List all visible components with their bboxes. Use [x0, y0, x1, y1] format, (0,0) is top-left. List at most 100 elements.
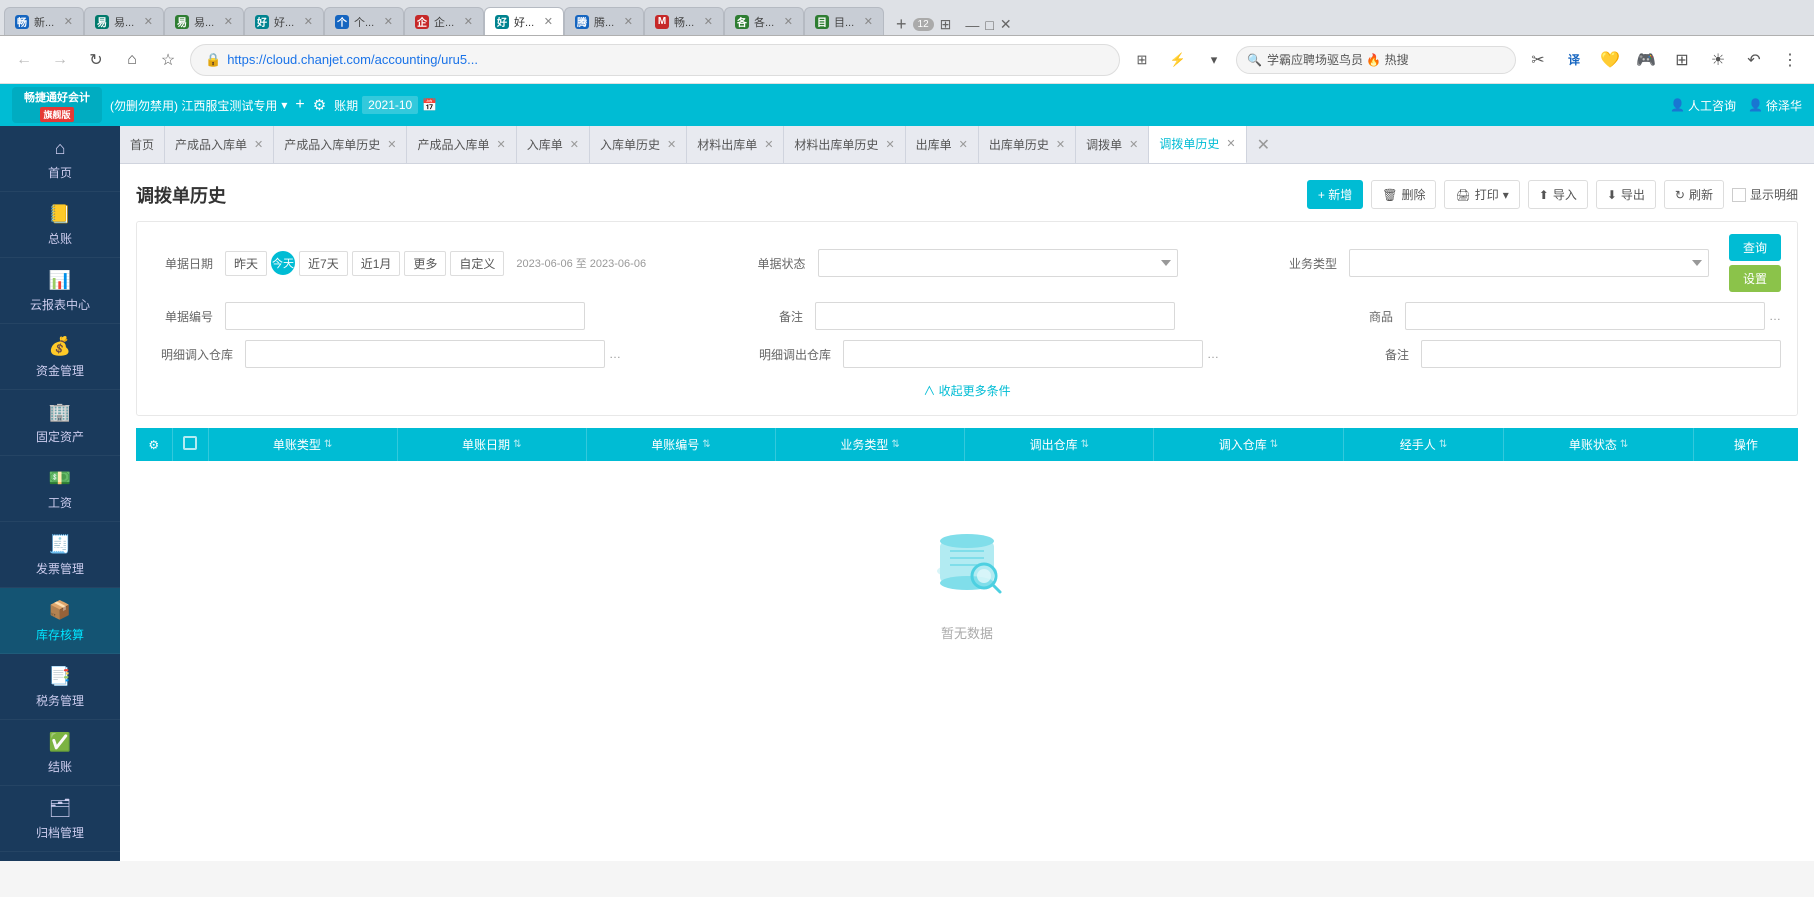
sidebar-item-ledger[interactable]: 📒 总账	[0, 192, 120, 258]
scissors-button[interactable]: ✂	[1524, 46, 1552, 74]
browser-tab-4[interactable]: 个 个... ✕	[324, 7, 404, 35]
detail-out-input[interactable]	[843, 340, 1203, 368]
detail-out-ellipsis[interactable]: …	[1207, 347, 1219, 361]
th-checkbox[interactable]	[172, 428, 208, 461]
page-tab-6[interactable]: 材料出库单 ✕	[687, 126, 784, 164]
add-company-button[interactable]: +	[295, 96, 304, 114]
page-tab-3-close[interactable]: ✕	[497, 138, 506, 151]
browser-tab-2[interactable]: 易 易... ✕	[164, 7, 244, 35]
sidebar-item-home[interactable]: ⌂ 首页	[0, 126, 120, 192]
th-gear[interactable]: ⚙	[136, 428, 172, 461]
refresh-button[interactable]: ↻ 刷新	[1664, 180, 1724, 209]
page-tab-10[interactable]: 调拨单 ✕	[1076, 126, 1149, 164]
close-all-tabs-button[interactable]: ✕	[1251, 135, 1276, 155]
sidebar-item-finance[interactable]: 💰 资金管理	[0, 324, 120, 390]
business-type-select[interactable]	[1349, 249, 1709, 277]
page-tab-home[interactable]: 首页	[120, 126, 165, 164]
browser-tab-3[interactable]: 好 好... ✕	[244, 7, 324, 35]
wallet-button[interactable]: 💛	[1596, 46, 1624, 74]
date-btn-custom[interactable]: 自定义	[450, 251, 504, 276]
settings-button[interactable]: 设置	[1729, 265, 1781, 292]
th-handler[interactable]: 经手人 ⇅	[1343, 428, 1504, 461]
status-filter-select[interactable]	[818, 249, 1178, 277]
page-tab-11-close[interactable]: ✕	[1226, 137, 1235, 150]
page-tab-8[interactable]: 出库单 ✕	[906, 126, 979, 164]
page-tab-7-close[interactable]: ✕	[885, 138, 894, 151]
date-btn-1month[interactable]: 近1月	[352, 251, 401, 276]
sidebar-item-close[interactable]: ✅ 结账	[0, 720, 120, 786]
query-button[interactable]: 查询	[1729, 234, 1781, 261]
bookmark-button[interactable]: ☆	[154, 46, 182, 74]
browser-tab-6[interactable]: 好 好... ✕	[484, 7, 564, 35]
settings-gear-icon[interactable]: ⚙	[313, 96, 326, 114]
sidebar-item-assets[interactable]: 🏢 固定资产	[0, 390, 120, 456]
forward-button[interactable]: →	[46, 46, 74, 74]
close-window-button[interactable]: ✕	[1000, 16, 1012, 33]
page-tab-6-close[interactable]: ✕	[764, 138, 773, 151]
th-doc-no[interactable]: 单账编号 ⇅	[586, 428, 775, 461]
minimize-button[interactable]: —	[965, 17, 979, 33]
show-all-checkbox[interactable]	[1732, 188, 1746, 202]
page-tab-5-close[interactable]: ✕	[667, 138, 676, 151]
remark2-input[interactable]	[1421, 340, 1781, 368]
calendar-icon[interactable]: 📅	[422, 98, 437, 112]
page-tab-1[interactable]: 产成品入库单 ✕	[165, 126, 274, 164]
th-in-warehouse[interactable]: 调入仓库 ⇅	[1154, 428, 1343, 461]
user-avatar[interactable]: 👤 徐泽华	[1748, 97, 1802, 114]
date-btn-today[interactable]: 今天	[271, 251, 295, 275]
page-tab-2[interactable]: 产成品入库单历史 ✕	[274, 126, 407, 164]
theme-button[interactable]: ☀	[1704, 46, 1732, 74]
goods-input[interactable]	[1405, 302, 1765, 330]
browser-search-bar[interactable]: 🔍 学霸应聘场驱鸟员 🔥 热搜	[1236, 46, 1516, 74]
page-tab-1-close[interactable]: ✕	[254, 138, 263, 151]
browser-tab-5[interactable]: 企 企... ✕	[404, 7, 484, 35]
date-btn-yesterday[interactable]: 昨天	[225, 251, 267, 276]
detail-in-input[interactable]	[245, 340, 605, 368]
address-bar[interactable]: 🔒 https://cloud.chanjet.com/accounting/u…	[190, 44, 1120, 76]
detail-in-ellipsis[interactable]: …	[609, 347, 621, 361]
collapse-row[interactable]: ∧ 收起更多条件	[153, 378, 1781, 403]
maximize-button[interactable]: □	[985, 17, 993, 33]
th-business-type[interactable]: 业务类型 ⇅	[776, 428, 965, 461]
th-doc-status[interactable]: 单账状态 ⇅	[1504, 428, 1693, 461]
page-tab-4-close[interactable]: ✕	[570, 138, 579, 151]
goods-ellipsis-button[interactable]: …	[1769, 309, 1781, 323]
page-tab-8-close[interactable]: ✕	[959, 138, 968, 151]
browser-tab-1[interactable]: 易 易... ✕	[84, 7, 164, 35]
history-button[interactable]: ↶	[1740, 46, 1768, 74]
browser-tab-0[interactable]: 畅 新... ✕	[4, 7, 84, 35]
print-button[interactable]: 🖨 打印 ▾	[1444, 180, 1519, 209]
extensions-button[interactable]: ⊞	[1128, 46, 1156, 74]
lightning-button[interactable]: ⚡	[1164, 46, 1192, 74]
customer-service-button[interactable]: 👤 人工咨询	[1670, 97, 1736, 114]
dropdown-button[interactable]: ▾	[1200, 46, 1228, 74]
page-tab-9[interactable]: 出库单历史 ✕	[979, 126, 1076, 164]
page-tab-9-close[interactable]: ✕	[1056, 138, 1065, 151]
date-btn-7days[interactable]: 近7天	[299, 251, 348, 276]
docno-input[interactable]	[225, 302, 585, 330]
browser-tab-9[interactable]: 各 各... ✕	[724, 7, 804, 35]
export-button[interactable]: ⬇ 导出	[1596, 180, 1656, 209]
company-selector[interactable]: (勿删勿禁用) 江西服宝测试专用 ▾	[110, 97, 287, 114]
th-doc-date[interactable]: 单账日期 ⇅	[397, 428, 586, 461]
sidebar-item-report[interactable]: 📊 云报表中心	[0, 258, 120, 324]
browser-tab-7[interactable]: 腾 腾... ✕	[564, 7, 644, 35]
th-doc-type[interactable]: 单账类型 ⇅	[208, 428, 397, 461]
new-button[interactable]: + 新增	[1307, 180, 1363, 209]
date-btn-more[interactable]: 更多	[404, 251, 446, 276]
sidebar-item-wage[interactable]: 💵 工资	[0, 456, 120, 522]
sidebar-item-invoice[interactable]: 🧾 发票管理	[0, 522, 120, 588]
back-button[interactable]: ←	[10, 46, 38, 74]
page-tab-5[interactable]: 入库单历史 ✕	[590, 126, 687, 164]
remark-input[interactable]	[815, 302, 1175, 330]
th-out-warehouse[interactable]: 调出仓库 ⇅	[965, 428, 1154, 461]
page-tab-7[interactable]: 材料出库单历史 ✕	[784, 126, 905, 164]
page-tab-4[interactable]: 入库单 ✕	[517, 126, 590, 164]
page-tab-3[interactable]: 产成品入库单 ✕	[407, 126, 516, 164]
grid-button[interactable]: ⊞	[1668, 46, 1696, 74]
new-tab-button[interactable]: +	[896, 14, 907, 35]
delete-button[interactable]: 🗑 删除	[1371, 180, 1436, 209]
import-button[interactable]: ⬆ 导入	[1528, 180, 1588, 209]
home-browser-button[interactable]: ⌂	[118, 46, 146, 74]
browser-tab-8[interactable]: M 畅... ✕	[644, 7, 724, 35]
